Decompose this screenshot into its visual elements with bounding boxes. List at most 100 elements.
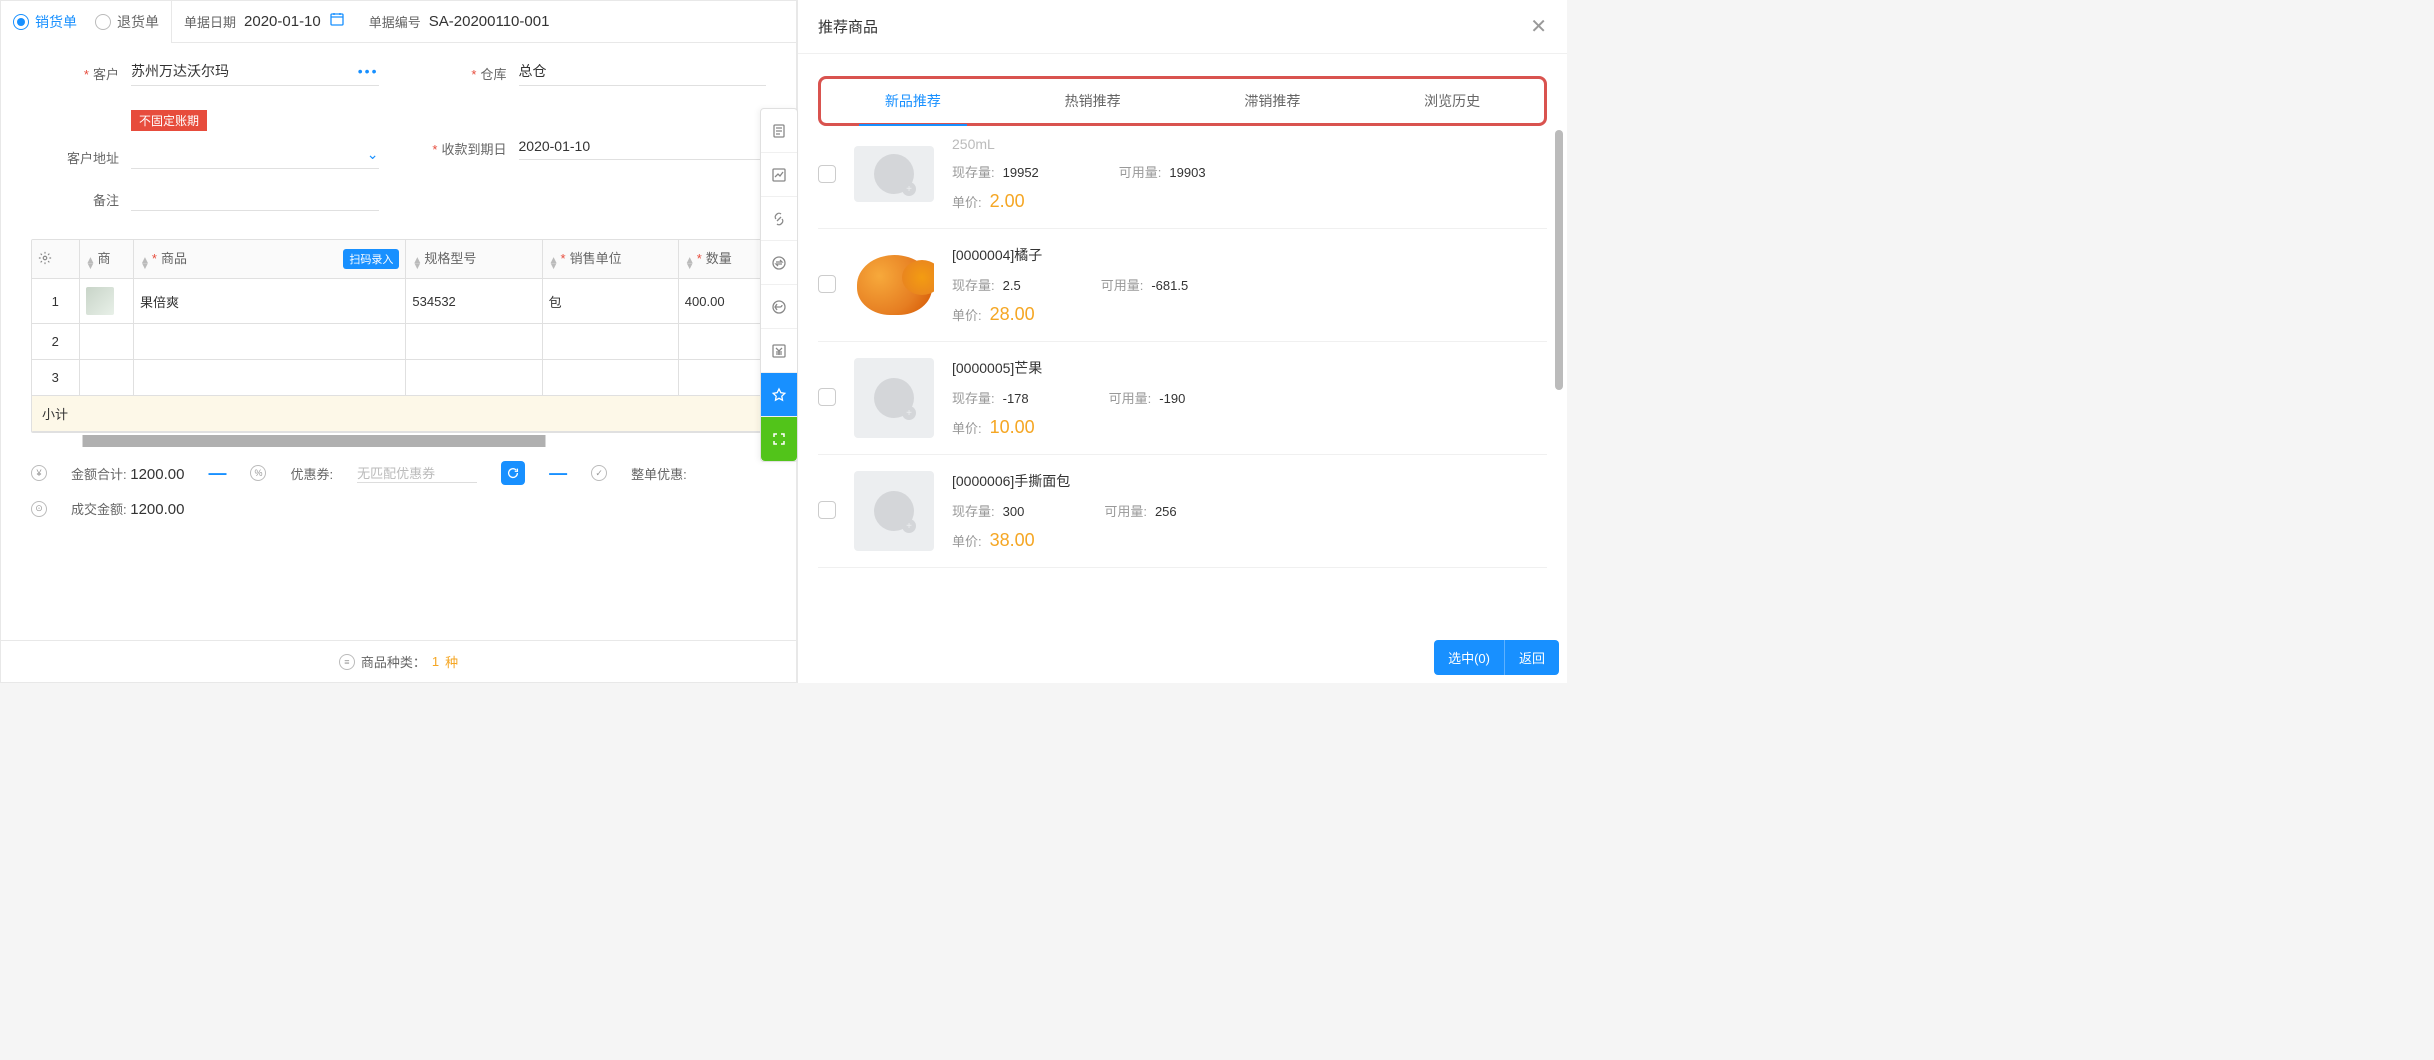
recommend-title: 推荐商品 bbox=[818, 16, 878, 37]
customer-value: 苏州万达沃尔玛 bbox=[131, 61, 229, 81]
selected-count-button[interactable]: 选中(0) bbox=[1434, 640, 1505, 675]
tool-link-icon[interactable] bbox=[761, 197, 797, 241]
warehouse-value: 总仓 bbox=[519, 61, 547, 81]
header-row: 销货单 退货单 单据日期 2020-01-10 单据编号 SA-20200110… bbox=[1, 1, 796, 43]
product-item: [0000006]手撕面包 现存量:300 可用量:256 单价:38.00 bbox=[818, 455, 1547, 568]
doc-date-label: 单据日期 bbox=[184, 12, 236, 31]
more-icon[interactable]: ••• bbox=[358, 63, 379, 79]
form-area: *客户 苏州万达沃尔玛 ••• 不固定账期 客户地址 ⌄ bbox=[1, 43, 796, 239]
tool-list-icon[interactable] bbox=[761, 109, 797, 153]
warehouse-label: *仓库 bbox=[419, 64, 519, 83]
calendar-icon[interactable] bbox=[329, 11, 345, 32]
customer-input[interactable]: 苏州万达沃尔玛 ••• bbox=[131, 61, 379, 86]
doc-number-value: SA-20200110-001 bbox=[429, 13, 550, 30]
product-checkbox[interactable] bbox=[818, 165, 836, 183]
due-date-value: 2020-01-10 bbox=[519, 138, 591, 154]
col-image[interactable]: ▲▼商 bbox=[79, 240, 133, 279]
close-icon[interactable]: ✕ bbox=[1530, 14, 1547, 39]
remark-label: 备注 bbox=[31, 190, 131, 209]
doc-number-label: 单据编号 bbox=[369, 12, 421, 31]
product-image bbox=[854, 245, 934, 325]
tab-label: 销货单 bbox=[35, 12, 77, 32]
cell-unit[interactable]: 包 bbox=[542, 279, 678, 324]
table-row[interactable]: 2 bbox=[32, 324, 765, 360]
minus-icon: — bbox=[549, 463, 567, 484]
kinds-value: 1 bbox=[432, 654, 439, 669]
cell-qty[interactable]: 400.00 bbox=[678, 279, 765, 324]
tool-undo-icon[interactable] bbox=[761, 285, 797, 329]
col-unit[interactable]: ▲▼*销售单位 bbox=[542, 240, 678, 279]
amount-total-value: 1200.00 bbox=[130, 466, 184, 483]
tab-sales-order[interactable]: 销货单 bbox=[13, 12, 77, 32]
tool-chart-icon[interactable] bbox=[761, 153, 797, 197]
recommend-panel: 推荐商品 ✕ 新品推荐 热销推荐 滞销推荐 浏览历史 250mL 现存量:199… bbox=[797, 0, 1567, 683]
product-checkbox[interactable] bbox=[818, 388, 836, 406]
recommend-tabs: 新品推荐 热销推荐 滞销推荐 浏览历史 bbox=[818, 76, 1547, 126]
kinds-icon: ≡ bbox=[339, 654, 355, 670]
totals-section: ¥ 金额合计: 1200.00 — % 优惠券: 无匹配优惠券 — ✓ 整单优惠… bbox=[1, 447, 796, 499]
back-button[interactable]: 返回 bbox=[1505, 640, 1559, 675]
horizontal-scrollbar[interactable] bbox=[31, 435, 766, 447]
product-name: [0000005]芒果 bbox=[952, 358, 1547, 378]
remark-input[interactable] bbox=[131, 187, 379, 211]
product-checkbox[interactable] bbox=[818, 275, 836, 293]
refresh-coupon-button[interactable] bbox=[501, 461, 525, 485]
col-spec[interactable]: ▲▼规格型号 bbox=[406, 240, 542, 279]
due-date-input[interactable]: 2020-01-10 bbox=[519, 136, 767, 160]
tab-hot-products[interactable]: 热销推荐 bbox=[1003, 81, 1183, 121]
tool-currency-icon[interactable] bbox=[761, 329, 797, 373]
product-item: [0000005]芒果 现存量:-178 可用量:-190 单价:10.00 bbox=[818, 342, 1547, 455]
subtotal-row: 小计 bbox=[32, 396, 765, 432]
radio-icon bbox=[95, 14, 111, 30]
kinds-unit: 种 bbox=[445, 652, 458, 671]
table-row[interactable]: 1 果倍爽 534532 包 400.00 bbox=[32, 279, 765, 324]
tab-return-order[interactable]: 退货单 bbox=[95, 12, 159, 32]
product-item: [0000004]橘子 现存量:2.5 可用量:-681.5 单价:28.00 bbox=[818, 229, 1547, 342]
tab-slow-products[interactable]: 滞销推荐 bbox=[1183, 81, 1363, 121]
final-amount-value: 1200.00 bbox=[130, 501, 184, 518]
amount-total-label: 金额合计: bbox=[71, 467, 127, 482]
product-name: [0000004]橘子 bbox=[952, 245, 1547, 265]
cell-thumb bbox=[79, 279, 133, 324]
product-checkbox[interactable] bbox=[818, 501, 836, 519]
tab-label: 退货单 bbox=[117, 12, 159, 32]
discount-icon: ✓ bbox=[591, 465, 607, 481]
product-image bbox=[854, 471, 934, 551]
minus-icon: — bbox=[208, 463, 226, 484]
col-settings[interactable] bbox=[32, 240, 79, 279]
sales-order-panel: 销货单 退货单 单据日期 2020-01-10 单据编号 SA-20200110… bbox=[0, 0, 797, 683]
order-type-tabs: 销货单 退货单 bbox=[1, 1, 172, 43]
table-row[interactable]: 3 bbox=[32, 360, 765, 396]
cell-product[interactable]: 果倍爽 bbox=[134, 279, 406, 324]
coupon-icon: % bbox=[250, 465, 266, 481]
product-image bbox=[854, 146, 934, 202]
doc-number-field: 单据编号 SA-20200110-001 bbox=[357, 12, 562, 31]
items-table: ▲▼商 ▲▼*商品扫码录入 ▲▼规格型号 ▲▼*销售单位 ▲▼*数量 1 果倍爽… bbox=[31, 239, 766, 433]
side-toolbar bbox=[760, 108, 798, 462]
col-qty[interactable]: ▲▼*数量 bbox=[678, 240, 765, 279]
credit-term-badge: 不固定账期 bbox=[131, 110, 207, 131]
bottom-summary-bar: ≡ 商品种类： 1 种 bbox=[1, 640, 796, 682]
tool-star-icon[interactable] bbox=[761, 373, 797, 417]
order-discount-label: 整单优惠: bbox=[631, 464, 687, 483]
address-label: 客户地址 bbox=[31, 148, 131, 167]
doc-date-value[interactable]: 2020-01-10 bbox=[244, 13, 321, 30]
cell-spec[interactable]: 534532 bbox=[406, 279, 542, 324]
product-list[interactable]: 250mL 现存量:19952 可用量:19903 单价:2.00 [00000… bbox=[798, 136, 1567, 683]
vertical-scrollbar[interactable] bbox=[1555, 130, 1563, 390]
kinds-label: 商品种类： bbox=[361, 652, 426, 671]
warehouse-input[interactable]: 总仓 bbox=[519, 61, 767, 86]
col-product[interactable]: ▲▼*商品扫码录入 bbox=[134, 240, 406, 279]
tab-browse-history[interactable]: 浏览历史 bbox=[1362, 81, 1542, 121]
tool-exchange-icon[interactable] bbox=[761, 241, 797, 285]
chevron-down-icon: ⌄ bbox=[367, 146, 379, 163]
coupon-label: 优惠券: bbox=[290, 464, 333, 483]
product-image bbox=[854, 358, 934, 438]
final-amount-label: 成交金额: bbox=[71, 502, 127, 517]
product-name: [0000006]手撕面包 bbox=[952, 471, 1547, 491]
tab-new-products[interactable]: 新品推荐 bbox=[823, 81, 1003, 121]
coupon-input[interactable]: 无匹配优惠券 bbox=[357, 463, 477, 483]
tool-expand-icon[interactable] bbox=[761, 417, 797, 461]
scan-input-button[interactable]: 扫码录入 bbox=[343, 249, 399, 269]
address-select[interactable]: ⌄ bbox=[131, 145, 379, 169]
